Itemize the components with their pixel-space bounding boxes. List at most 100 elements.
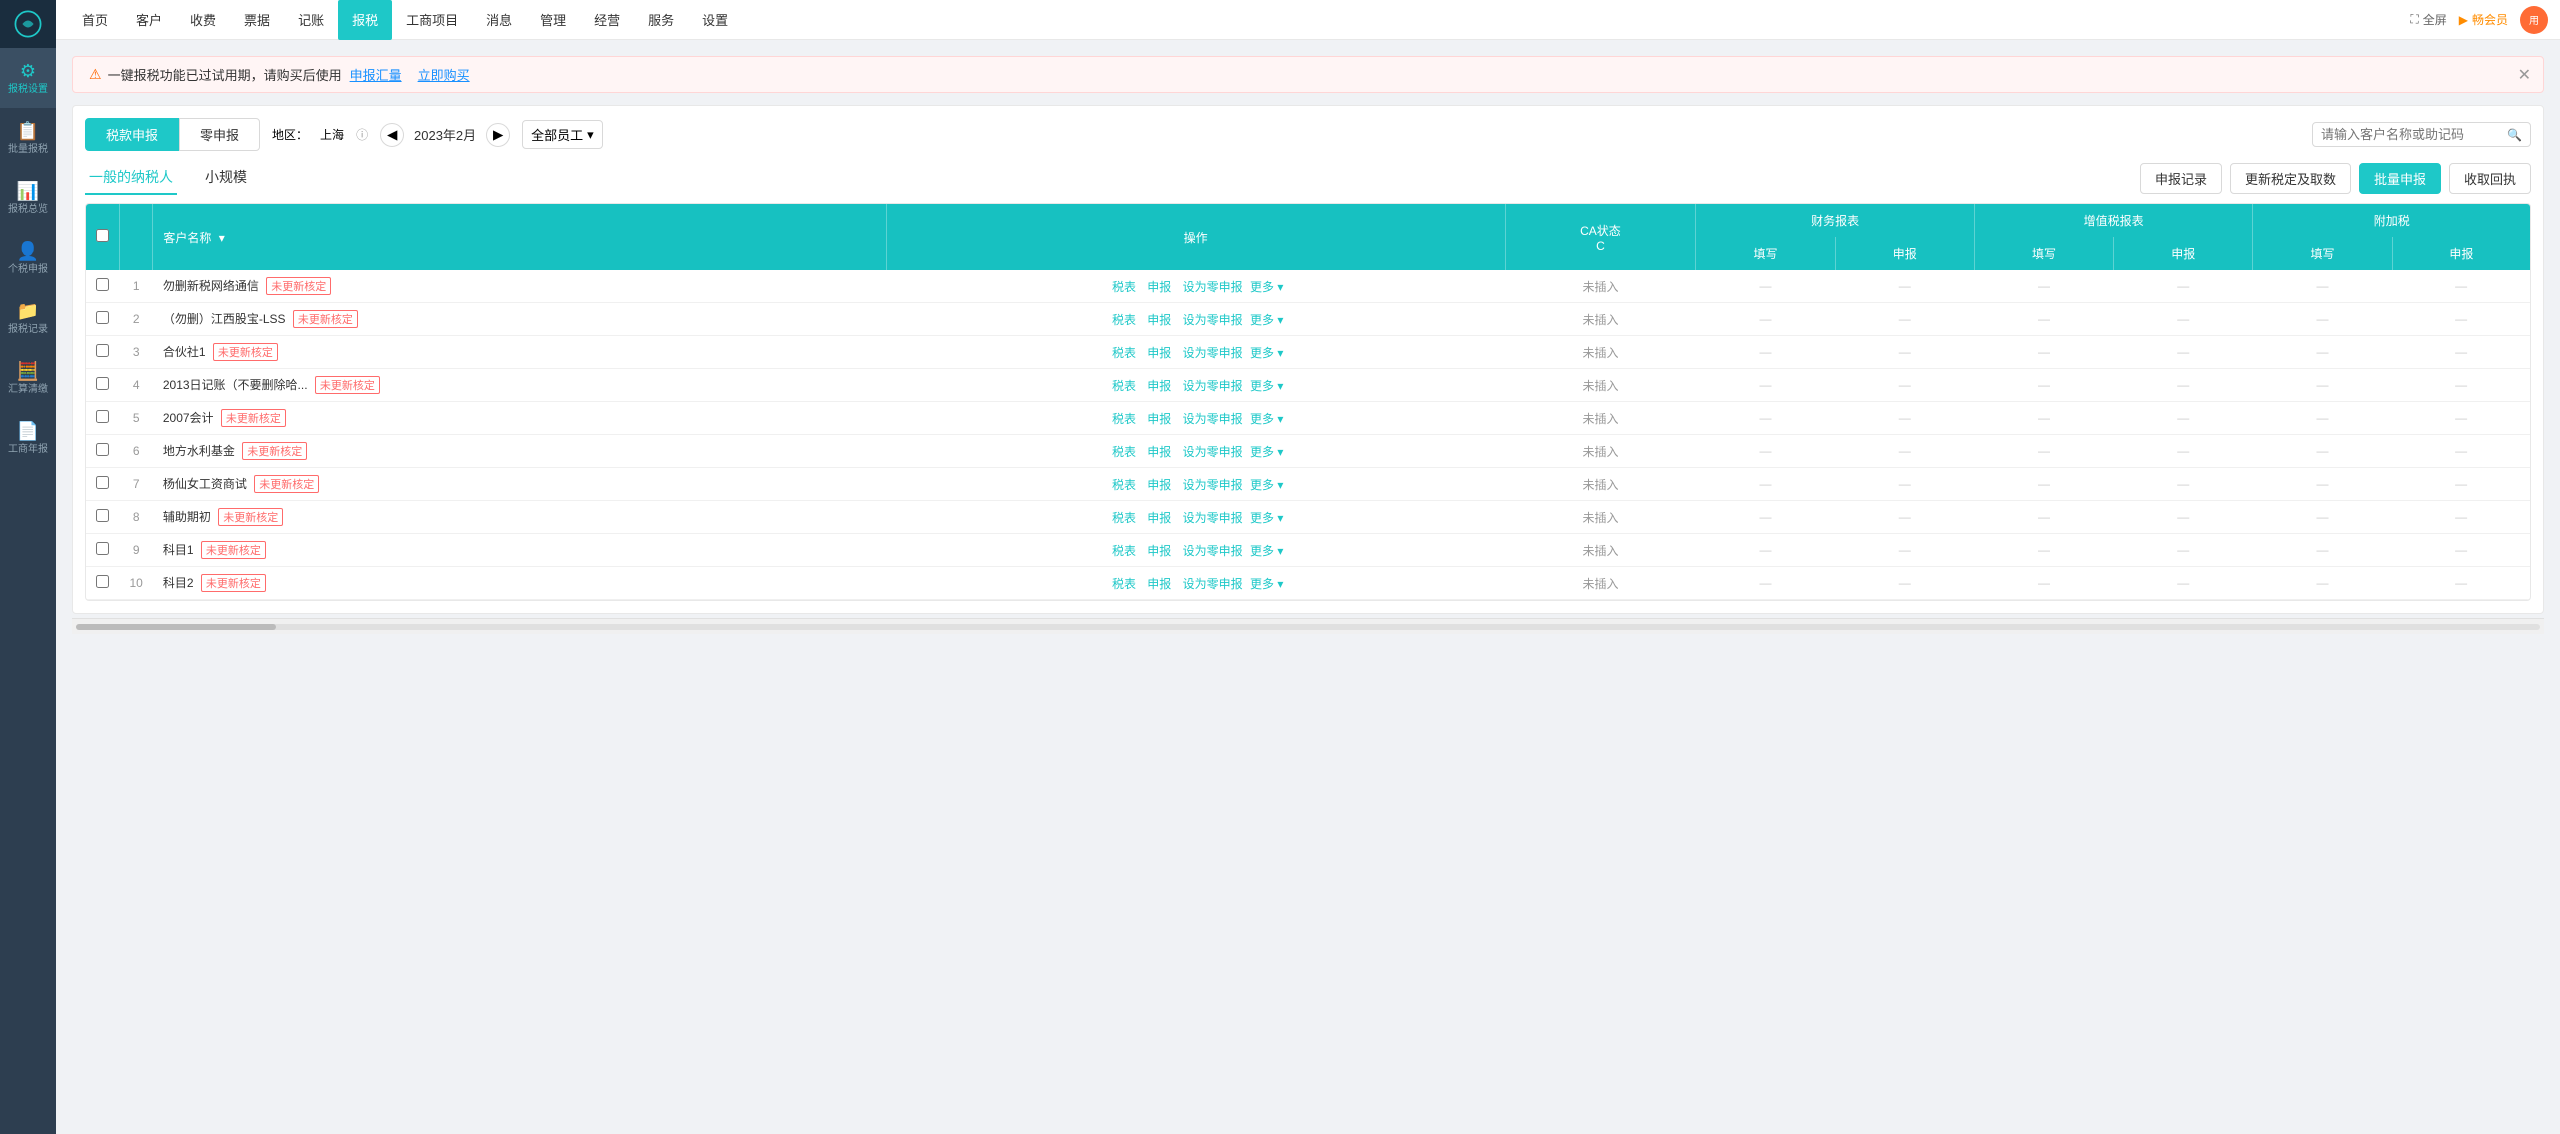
op-more-6[interactable]: 更多 ▾ [1250, 478, 1283, 492]
op-setzero-9[interactable]: 设为零申报 [1183, 577, 1243, 591]
nav-customer[interactable]: 客户 [122, 0, 176, 40]
horizontal-scrollbar[interactable] [72, 618, 2544, 634]
fullscreen-button[interactable]: ⛶ 全屏 [2410, 11, 2446, 28]
shenabao-jilu-button[interactable]: 申报记录 [2140, 163, 2222, 194]
op-more-7[interactable]: 更多 ▾ [1250, 511, 1283, 525]
nav-manage[interactable]: 管理 [526, 0, 580, 40]
nav-fee[interactable]: 收费 [176, 0, 230, 40]
vip-button[interactable]: ▶ 畅会员 [2459, 11, 2508, 28]
op-more-0[interactable]: 更多 ▾ [1250, 280, 1283, 294]
row-checkbox-3[interactable] [86, 369, 120, 402]
op-submit-6[interactable]: 申报 [1147, 478, 1171, 492]
select-all-checkbox[interactable] [96, 229, 109, 242]
record-icon: 📁 [17, 301, 39, 322]
row-checkbox-9[interactable] [86, 567, 120, 600]
search-icon[interactable]: 🔍 [2507, 128, 2522, 142]
sidebar-item-baoshuizonglan[interactable]: 📊 报税总览 [0, 168, 56, 228]
sidebar-item-piliangshuibao[interactable]: 📋 批量报税 [0, 108, 56, 168]
user-avatar[interactable]: 用 [2520, 6, 2548, 34]
op-more-8[interactable]: 更多 ▾ [1250, 544, 1283, 558]
piliang-shenabao-button[interactable]: 批量申报 [2359, 163, 2441, 194]
nav-message[interactable]: 消息 [472, 0, 526, 40]
row-client-name-4: 2007会计 未更新核定 [153, 402, 886, 435]
subtab-general[interactable]: 一般的纳税人 [85, 161, 177, 195]
row-checkbox-0[interactable] [86, 270, 120, 303]
sidebar-item-gongshangnianbao[interactable]: 📄 工商年报 [0, 408, 56, 468]
nav-business[interactable]: 工商项目 [392, 0, 472, 40]
op-submit-4[interactable]: 申报 [1147, 412, 1171, 426]
sidebar-item-baoshuishezhi[interactable]: ⚙ 报税设置 [0, 48, 56, 108]
op-setzero-0[interactable]: 设为零申报 [1183, 280, 1243, 294]
info-icon[interactable]: ⓘ [356, 126, 368, 143]
op-submit-7[interactable]: 申报 [1147, 511, 1171, 525]
banner-link-buy[interactable]: 立即购买 [418, 65, 470, 84]
op-setzero-5[interactable]: 设为零申报 [1183, 445, 1243, 459]
search-input[interactable] [2321, 127, 2501, 142]
op-taxform-4[interactable]: 税表 [1112, 412, 1136, 426]
op-taxform-5[interactable]: 税表 [1112, 445, 1136, 459]
op-taxform-9[interactable]: 税表 [1112, 577, 1136, 591]
row-checkbox-6[interactable] [86, 468, 120, 501]
op-more-4[interactable]: 更多 ▾ [1250, 412, 1283, 426]
op-more-2[interactable]: 更多 ▾ [1250, 346, 1283, 360]
scrollbar-track[interactable] [76, 624, 2540, 630]
op-submit-3[interactable]: 申报 [1147, 379, 1171, 393]
op-submit-0[interactable]: 申报 [1147, 280, 1171, 294]
nav-tax[interactable]: 报税 [338, 0, 392, 40]
shouwu-huihe-button[interactable]: 收取回执 [2449, 163, 2531, 194]
row-f3-1: — [1974, 303, 2113, 336]
op-more-3[interactable]: 更多 ▾ [1250, 379, 1283, 393]
op-submit-1[interactable]: 申报 [1147, 313, 1171, 327]
nav-settings[interactable]: 设置 [688, 0, 742, 40]
tab-ling-shenabao[interactable]: 零申报 [179, 118, 260, 151]
op-setzero-7[interactable]: 设为零申报 [1183, 511, 1243, 525]
row-checkbox-5[interactable] [86, 435, 120, 468]
table-row: 5 2007会计 未更新核定 税表 申报 设为零申报 更多 ▾ 未插入 — — … [86, 402, 2530, 435]
op-submit-9[interactable]: 申报 [1147, 577, 1171, 591]
sidebar-item-geshuishenabao[interactable]: 👤 个税申报 [0, 228, 56, 288]
staff-select[interactable]: 全部员工 ▾ [522, 120, 603, 149]
prev-month-button[interactable]: ◀ [380, 123, 404, 147]
row-checkbox-8[interactable] [86, 534, 120, 567]
row-checkbox-7[interactable] [86, 501, 120, 534]
nav-operation[interactable]: 经营 [580, 0, 634, 40]
tab-shuikuanshenabao[interactable]: 税款申报 [85, 118, 179, 151]
nav-home[interactable]: 首页 [68, 0, 122, 40]
row-checkbox-1[interactable] [86, 303, 120, 336]
nav-service[interactable]: 服务 [634, 0, 688, 40]
op-more-1[interactable]: 更多 ▾ [1250, 313, 1283, 327]
op-more-5[interactable]: 更多 ▾ [1250, 445, 1283, 459]
op-setzero-1[interactable]: 设为零申报 [1183, 313, 1243, 327]
scrollbar-thumb[interactable] [76, 624, 276, 630]
nav-invoice[interactable]: 票据 [230, 0, 284, 40]
op-submit-8[interactable]: 申报 [1147, 544, 1171, 558]
op-taxform-7[interactable]: 税表 [1112, 511, 1136, 525]
op-more-9[interactable]: 更多 ▾ [1250, 577, 1283, 591]
op-taxform-6[interactable]: 税表 [1112, 478, 1136, 492]
gengxin-shuidingji-button[interactable]: 更新税定及取数 [2230, 163, 2351, 194]
op-setzero-6[interactable]: 设为零申报 [1183, 478, 1243, 492]
row-f5-9: — [2253, 567, 2392, 600]
next-month-button[interactable]: ▶ [486, 123, 510, 147]
sidebar-item-jisuanqingdan[interactable]: 🧮 汇算清缴 [0, 348, 56, 408]
op-setzero-4[interactable]: 设为零申报 [1183, 412, 1243, 426]
nav-accounting[interactable]: 记账 [284, 0, 338, 40]
banner-link-shenabao[interactable]: 申报汇量 [350, 65, 402, 84]
op-taxform-3[interactable]: 税表 [1112, 379, 1136, 393]
op-submit-2[interactable]: 申报 [1147, 346, 1171, 360]
op-taxform-2[interactable]: 税表 [1112, 346, 1136, 360]
op-taxform-8[interactable]: 税表 [1112, 544, 1136, 558]
row-checkbox-4[interactable] [86, 402, 120, 435]
subtab-small[interactable]: 小规模 [201, 161, 251, 195]
sidebar-item-baoshuijilu[interactable]: 📁 报税记录 [0, 288, 56, 348]
row-f1-0: — [1696, 270, 1835, 303]
op-setzero-2[interactable]: 设为零申报 [1183, 346, 1243, 360]
op-taxform-0[interactable]: 税表 [1112, 280, 1136, 294]
banner-close-button[interactable]: ✕ [2518, 65, 2531, 85]
op-setzero-3[interactable]: 设为零申报 [1183, 379, 1243, 393]
op-taxform-1[interactable]: 税表 [1112, 313, 1136, 327]
op-setzero-8[interactable]: 设为零申报 [1183, 544, 1243, 558]
sort-icon[interactable]: ▾ [219, 231, 225, 245]
op-submit-5[interactable]: 申报 [1147, 445, 1171, 459]
row-checkbox-2[interactable] [86, 336, 120, 369]
